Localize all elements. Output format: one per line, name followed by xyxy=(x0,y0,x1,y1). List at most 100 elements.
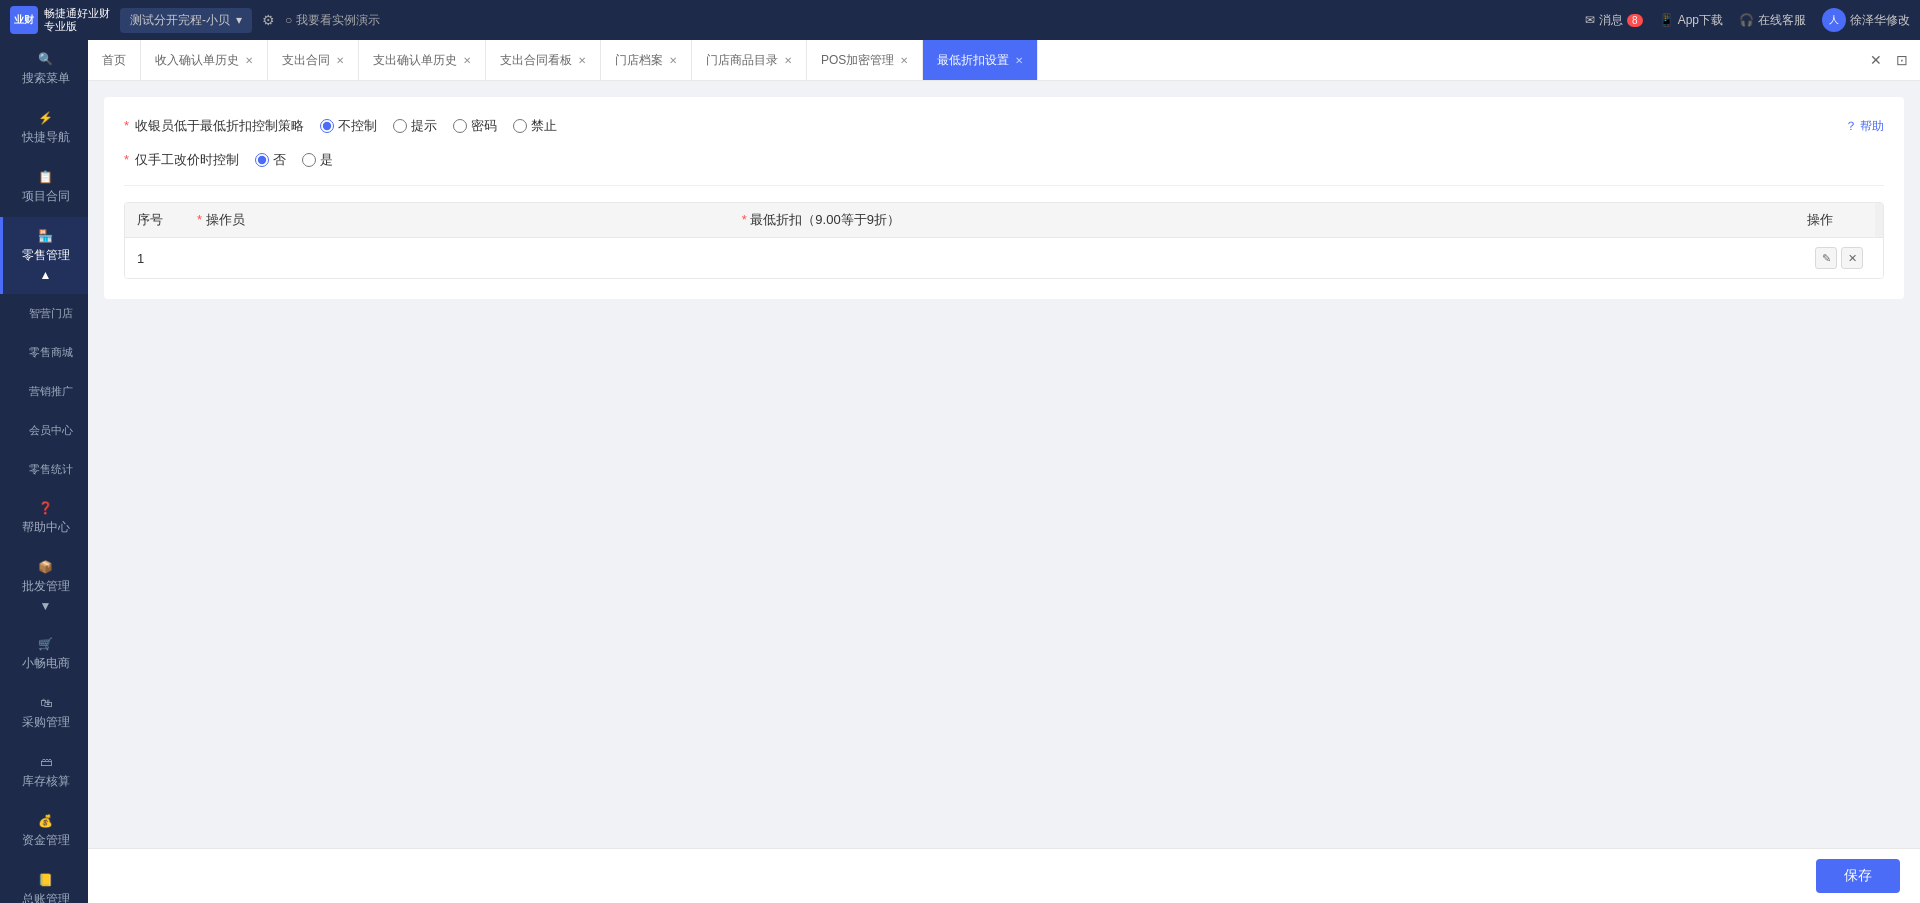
tab-bar-actions: ✕ ⊡ xyxy=(1858,48,1920,72)
tab-min-discount[interactable]: 最低折扣设置 ✕ xyxy=(923,40,1038,80)
logo-text: 畅捷通好业财 专业版 xyxy=(44,7,110,33)
radio-no-control[interactable]: 不控制 xyxy=(320,117,377,135)
tab-pay-confirm[interactable]: 支出确认单历史 ✕ xyxy=(359,40,486,80)
maximize-tab-button[interactable]: ⊡ xyxy=(1892,48,1912,72)
sidebar-item-batch-manage[interactable]: 📦 批发管理 ▼ xyxy=(0,548,88,625)
sidebar-item-member-center[interactable]: 会员中心 xyxy=(0,411,88,450)
service-icon: 🎧 xyxy=(1739,13,1754,27)
purchase-icon: 🛍 xyxy=(40,696,52,710)
form-divider xyxy=(124,185,1884,186)
col-operator-header: * 操作员 xyxy=(185,203,730,237)
sidebar-item-purchase[interactable]: 🛍 采购管理 xyxy=(0,684,88,743)
tab-close-store-products[interactable]: ✕ xyxy=(784,55,792,66)
table-row: 1 ✎ ✕ xyxy=(125,238,1883,278)
manual-price-label: * 仅手工改价时控制 xyxy=(124,151,239,169)
sidebar-item-retail-mall[interactable]: 零售商城 xyxy=(0,333,88,372)
demo-icon: ○ xyxy=(285,13,292,27)
col-seq-header: 序号 xyxy=(125,203,185,237)
batch-icon: 📦 xyxy=(38,560,53,574)
project-selector[interactable]: 测试分开完程-小贝 ▾ xyxy=(120,8,252,33)
radio-hint[interactable]: 提示 xyxy=(393,117,437,135)
sidebar-item-marketing[interactable]: 营销推广 xyxy=(0,372,88,411)
tab-close-pay-confirm[interactable]: ✕ xyxy=(463,55,471,66)
col-discount-header: * 最低折扣（9.00等于9折） xyxy=(730,203,1795,237)
tab-home[interactable]: 首页 xyxy=(88,40,141,80)
settings-card: * 收银员低于最低折扣控制策略 不控制 提示 xyxy=(104,97,1904,299)
tab-store-file[interactable]: 门店档案 ✕ xyxy=(601,40,692,80)
sidebar-item-help-center[interactable]: ❓ 帮助中心 xyxy=(0,489,88,548)
tab-close-pay-contract-view[interactable]: ✕ xyxy=(578,55,586,66)
delete-row-button[interactable]: ✕ xyxy=(1841,247,1863,269)
sidebar-item-inventory[interactable]: 🗃 库存核算 xyxy=(0,743,88,802)
tab-bar: 首页 收入确认单历史 ✕ 支出合同 ✕ 支出确认单历史 ✕ 支出合同看板 ✕ 门… xyxy=(88,40,1920,81)
manual-price-row: * 仅手工改价时控制 否 是 xyxy=(124,151,1884,169)
tab-close-store-file[interactable]: ✕ xyxy=(669,55,677,66)
contract-icon: 📋 xyxy=(38,170,53,184)
save-button[interactable]: 保存 xyxy=(1816,859,1900,893)
sidebar-item-search[interactable]: 🔍 搜索菜单 xyxy=(0,40,88,99)
edit-row-button[interactable]: ✎ xyxy=(1815,247,1837,269)
user-profile-button[interactable]: 人 徐泽华修改 xyxy=(1822,8,1910,32)
inventory-icon: 🗃 xyxy=(40,755,52,769)
ecommerce-icon: 🛒 xyxy=(38,637,53,651)
control-strategy-row: * 收银员低于最低折扣控制策略 不控制 提示 xyxy=(124,117,1884,135)
app-download-button[interactable]: 📱 App下载 xyxy=(1659,12,1723,29)
sidebar-item-ecommerce[interactable]: 🛒 小畅电商 xyxy=(0,625,88,684)
arrow-up-icon: ▲ xyxy=(40,268,52,282)
discount-table: 序号 * 操作员 * 最低折扣（9.00等于9折） 操作 xyxy=(124,202,1884,279)
message-icon: ✉ xyxy=(1585,13,1595,27)
row-action: ✎ ✕ xyxy=(1803,239,1883,277)
tab-close-income-confirm[interactable]: ✕ xyxy=(245,55,253,66)
manual-price-radio-group: 否 是 xyxy=(255,151,333,169)
help-link[interactable]: ？ 帮助 xyxy=(1845,118,1884,135)
tab-income-confirm[interactable]: 收入确认单历史 ✕ xyxy=(141,40,268,80)
control-strategy-radio-group: 不控制 提示 密码 禁止 xyxy=(320,117,557,135)
sidebar-item-quick-nav[interactable]: ⚡ 快捷导航 xyxy=(0,99,88,158)
online-service-button[interactable]: 🎧 在线客服 xyxy=(1739,12,1806,29)
tab-close-pos-manage[interactable]: ✕ xyxy=(900,55,908,66)
topbar-settings-icon[interactable]: ⚙ xyxy=(262,12,275,28)
page-content: * 收银员低于最低折扣控制策略 不控制 提示 xyxy=(88,81,1920,848)
radio-password[interactable]: 密码 xyxy=(453,117,497,135)
close-tab-button[interactable]: ✕ xyxy=(1866,48,1886,72)
sidebar-item-smart-store[interactable]: 智营门店 xyxy=(0,294,88,333)
sidebar-item-project-contract[interactable]: 📋 项目合同 xyxy=(0,158,88,217)
quick-nav-icon: ⚡ xyxy=(38,111,53,125)
message-badge: 8 xyxy=(1627,14,1643,27)
tab-pay-contract[interactable]: 支出合同 ✕ xyxy=(268,40,359,80)
search-icon: 🔍 xyxy=(38,52,53,66)
table-header: 序号 * 操作员 * 最低折扣（9.00等于9折） 操作 xyxy=(125,203,1883,238)
logo-icon: 业财 xyxy=(10,6,38,34)
message-button[interactable]: ✉ 消息 8 xyxy=(1585,12,1643,29)
page-footer: 保存 xyxy=(88,848,1920,903)
action-icons: ✎ ✕ xyxy=(1815,247,1871,269)
row-operator xyxy=(185,250,732,266)
app-logo: 业财 畅捷通好业财 专业版 xyxy=(10,6,110,34)
row-seq: 1 xyxy=(125,243,185,274)
avatar: 人 xyxy=(1822,8,1846,32)
sidebar-item-fund[interactable]: 💰 资金管理 xyxy=(0,802,88,861)
table-body: 1 ✎ ✕ xyxy=(125,238,1883,278)
radio-yes[interactable]: 是 xyxy=(302,151,333,169)
tab-pos-manage[interactable]: POS加密管理 ✕ xyxy=(807,40,923,80)
content-area: 首页 收入确认单历史 ✕ 支出合同 ✕ 支出确认单历史 ✕ 支出合同看板 ✕ 门… xyxy=(88,40,1920,903)
tab-pay-contract-view[interactable]: 支出合同看板 ✕ xyxy=(486,40,601,80)
ledger-icon: 📒 xyxy=(38,873,53,887)
help-icon: ❓ xyxy=(38,501,53,515)
topbar-right: ✉ 消息 8 📱 App下载 🎧 在线客服 人 徐泽华修改 xyxy=(1585,8,1910,32)
sidebar-item-ledger[interactable]: 📒 总账管理 xyxy=(0,861,88,903)
tab-close-min-discount[interactable]: ✕ xyxy=(1015,55,1023,66)
col-action-header: 操作 xyxy=(1795,203,1875,237)
sidebar-item-retail-manage[interactable]: 🏪 零售管理 ▲ xyxy=(0,217,88,294)
download-icon: 📱 xyxy=(1659,13,1674,27)
sidebar-item-retail-stats[interactable]: 零售统计 xyxy=(0,450,88,489)
topbar: 业财 畅捷通好业财 专业版 测试分开完程-小贝 ▾ ⚙ ○ 我要看实例演示 ✉ … xyxy=(0,0,1920,40)
tab-close-pay-contract[interactable]: ✕ xyxy=(336,55,344,66)
scrollbar-stub xyxy=(1875,203,1883,237)
demo-button[interactable]: ○ 我要看实例演示 xyxy=(285,12,380,29)
radio-no[interactable]: 否 xyxy=(255,151,286,169)
arrow-down-icon: ▼ xyxy=(40,599,52,613)
radio-forbid[interactable]: 禁止 xyxy=(513,117,557,135)
tab-store-products[interactable]: 门店商品目录 ✕ xyxy=(692,40,807,80)
control-strategy-label: * 收银员低于最低折扣控制策略 xyxy=(124,117,304,135)
